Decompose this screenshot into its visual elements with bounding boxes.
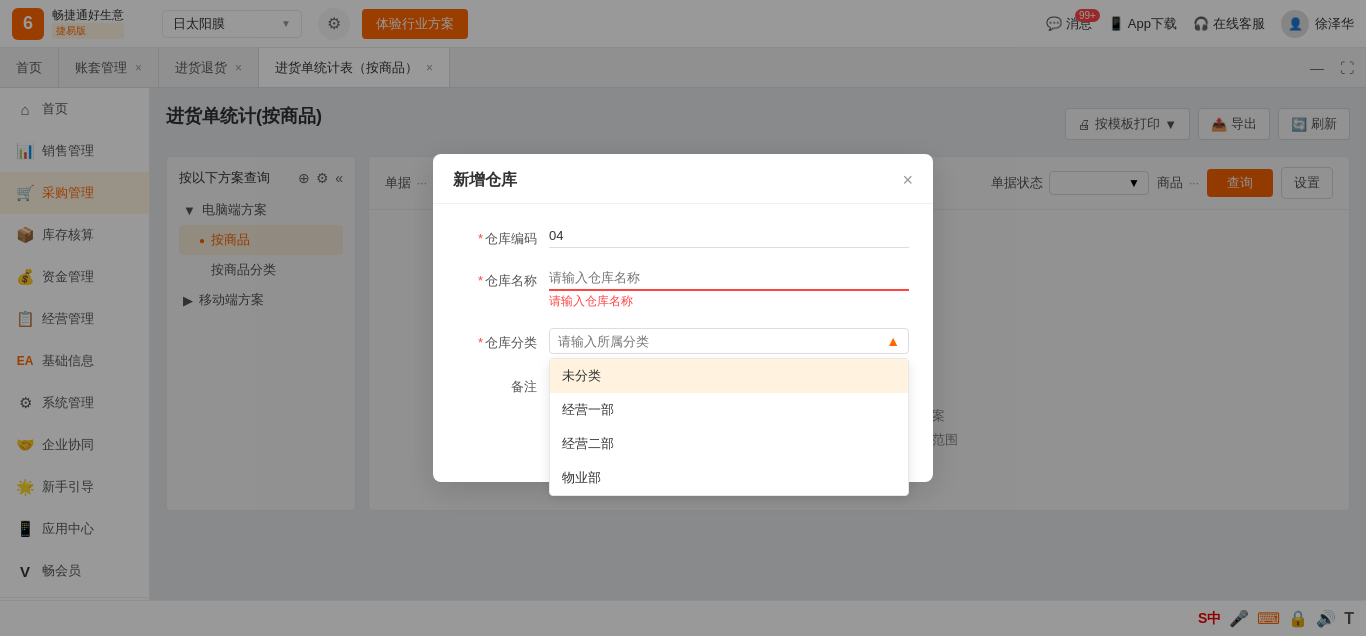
dropdown-item-dept2[interactable]: 经营二部 xyxy=(550,427,908,461)
name-error-msg: 请输入仓库名称 xyxy=(549,293,909,310)
modal-close-btn[interactable]: × xyxy=(902,170,913,191)
name-input-wrapper: 请输入仓库名称 xyxy=(549,266,909,310)
form-row-code: *仓库编码 xyxy=(457,224,909,248)
code-input-wrapper xyxy=(549,224,909,248)
category-chevron-up-icon: ▲ xyxy=(886,333,900,349)
warehouse-name-input[interactable] xyxy=(549,266,909,291)
category-input[interactable] xyxy=(558,334,886,349)
form-row-category: *仓库分类 ▲ 未分类 经营一部 经营二部 物业部 xyxy=(457,328,909,354)
code-label: *仓库编码 xyxy=(457,224,537,248)
category-input-wrapper: ▲ 未分类 经营一部 经营二部 物业部 xyxy=(549,328,909,354)
category-select-trigger[interactable]: ▲ xyxy=(549,328,909,354)
warehouse-code-input[interactable] xyxy=(549,224,909,248)
name-label: *仓库名称 xyxy=(457,266,537,290)
modal-body: *仓库编码 *仓库名称 请输入仓库名称 *仓库分类 xyxy=(433,204,933,424)
add-warehouse-modal: 新增仓库 × *仓库编码 *仓库名称 请输入仓库名称 xyxy=(433,154,933,482)
modal-overlay: 新增仓库 × *仓库编码 *仓库名称 请输入仓库名称 xyxy=(0,0,1366,636)
dropdown-item-dept1[interactable]: 经营一部 xyxy=(550,393,908,427)
dropdown-item-uncategorized[interactable]: 未分类 xyxy=(550,359,908,393)
form-row-name: *仓库名称 请输入仓库名称 xyxy=(457,266,909,310)
modal-header: 新增仓库 × xyxy=(433,154,933,204)
dropdown-item-property[interactable]: 物业部 xyxy=(550,461,908,495)
modal-title: 新增仓库 xyxy=(453,170,517,191)
category-dropdown: 未分类 经营一部 经营二部 物业部 xyxy=(549,358,909,496)
category-label: *仓库分类 xyxy=(457,328,537,352)
note-label: 备注 xyxy=(457,372,537,396)
